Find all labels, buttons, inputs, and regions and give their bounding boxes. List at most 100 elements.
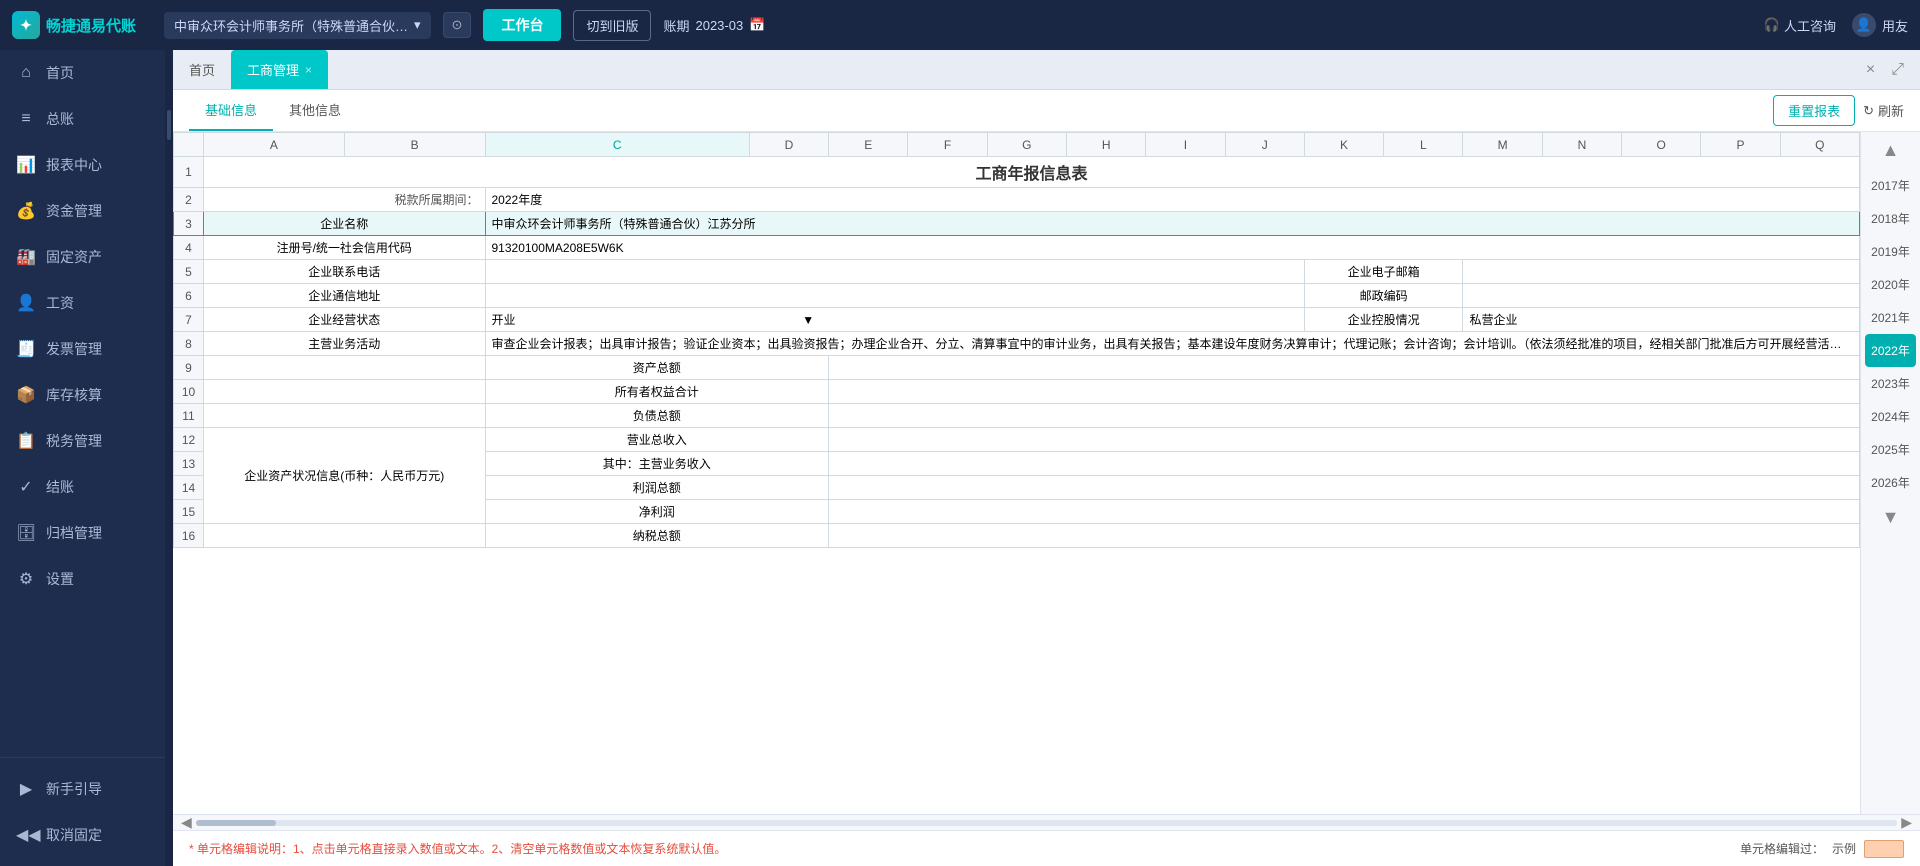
tab-close-icon[interactable]: × <box>305 63 312 77</box>
tab-business[interactable]: 工商管理 × <box>231 50 328 89</box>
guide-icon: ▶ <box>16 779 36 799</box>
settings-icon: ⚙ <box>16 569 36 589</box>
header-right: 🎧 人工咨询 👤 用友 <box>1764 13 1908 37</box>
horizontal-scrollbar[interactable]: ◀ ▶ <box>173 814 1920 830</box>
sidebar-item-unpin[interactable]: ◀◀ 取消固定 <box>0 812 165 858</box>
row-num-14: 14 <box>174 476 204 500</box>
sidebar-label-settings: 设置 <box>46 569 74 589</box>
cell-5-label: 企业联系电话 <box>204 260 486 284</box>
sidebar-item-archive[interactable]: 🗄 归档管理 <box>0 510 165 556</box>
year-item-2026[interactable]: 2026年 <box>1861 466 1920 499</box>
cell-6-address[interactable] <box>485 284 1304 308</box>
row-num-6: 6 <box>174 284 204 308</box>
year-item-2024[interactable]: 2024年 <box>1861 400 1920 433</box>
company-selector[interactable]: 中审众环会计师事务所（特殊普通合伙… ▾ <box>164 12 431 39</box>
cell-16-value[interactable] <box>829 524 1860 548</box>
sidebar-item-guide[interactable]: ▶ 新手引导 <box>0 766 165 812</box>
cell-5-email[interactable] <box>1463 260 1860 284</box>
workbench-button[interactable]: 工作台 <box>483 9 561 41</box>
sidebar-label-tax: 税务管理 <box>46 431 102 451</box>
sidebar-item-tax[interactable]: 📋 税务管理 <box>0 418 165 464</box>
copy-button[interactable]: ⊙ <box>443 12 472 38</box>
sidebar-item-invoice[interactable]: 🧾 发票管理 <box>0 326 165 372</box>
maximize-window-button[interactable]: ⤢ <box>1887 59 1908 81</box>
cell-8-label: 主营业务活动 <box>204 332 486 356</box>
cell-14-value[interactable] <box>829 476 1860 500</box>
footer-note: * 单元格编辑说明：1、点击单元格直接录入数值或文本。2、清空单元格数值或文本恢… <box>189 840 1740 857</box>
sidebar-item-reports[interactable]: 📊 报表中心 <box>0 142 165 188</box>
scroll-right-button[interactable]: ▶ <box>1897 814 1916 831</box>
consult-button[interactable]: 🎧 人工咨询 <box>1764 16 1836 35</box>
year-item-2025[interactable]: 2025年 <box>1861 433 1920 466</box>
refresh-button[interactable]: ↻ 刷新 <box>1863 101 1904 120</box>
row-num-10: 10 <box>174 380 204 404</box>
cell-11-label-area <box>204 404 486 428</box>
year-item-2017[interactable]: 2017年 <box>1861 169 1920 202</box>
cell-7-status[interactable]: 开业 ▼ <box>485 308 1304 332</box>
row-num-3: 3 <box>174 212 204 236</box>
sidebar-item-assets[interactable]: 🏭 固定资产 <box>0 234 165 280</box>
scroll-track[interactable] <box>196 820 1897 826</box>
spreadsheet-wrapper[interactable]: A B C D E F G H I J K L <box>173 132 1860 814</box>
year-down-button[interactable]: ▼ <box>1865 503 1916 532</box>
scroll-left-button[interactable]: ◀ <box>177 814 196 831</box>
year-item-2019[interactable]: 2019年 <box>1861 235 1920 268</box>
row-num-11: 11 <box>174 404 204 428</box>
logo-icon: ✦ <box>12 11 40 39</box>
period-label: 账期 <box>663 16 689 35</box>
row-num-8: 8 <box>174 332 204 356</box>
cell-6-postal-label: 邮政编码 <box>1304 284 1463 308</box>
cell-16-label-area <box>204 524 486 548</box>
year-item-2018[interactable]: 2018年 <box>1861 202 1920 235</box>
sidebar-item-payroll[interactable]: 👤 工资 <box>0 280 165 326</box>
user-info[interactable]: 👤 用友 <box>1852 13 1908 37</box>
year-item-2021[interactable]: 2021年 <box>1861 301 1920 334</box>
cell-10-value[interactable] <box>829 380 1860 404</box>
sidebar-item-home[interactable]: ⌂ 首页 <box>0 50 165 96</box>
sidebar-item-funds[interactable]: 💰 资金管理 <box>0 188 165 234</box>
tab-home[interactable]: 首页 <box>173 50 231 89</box>
user-avatar: 👤 <box>1852 13 1876 37</box>
sub-tab-basic[interactable]: 基础信息 <box>189 90 273 131</box>
sub-tab-other[interactable]: 其他信息 <box>273 90 357 131</box>
year-item-2022[interactable]: 2022年 <box>1865 334 1916 367</box>
cell-5-email-label: 企业电子邮箱 <box>1304 260 1463 284</box>
sidebar-item-inventory[interactable]: 📦 库存核算 <box>0 372 165 418</box>
sidebar-label-payroll: 工资 <box>46 293 74 313</box>
scroll-thumb[interactable] <box>196 820 276 826</box>
sidebar-bottom: ▶ 新手引导 ◀◀ 取消固定 <box>0 757 165 866</box>
col-header-num <box>174 133 204 157</box>
cell-13-value[interactable] <box>829 452 1860 476</box>
footer-right: 单元格编辑过： 示例 <box>1740 840 1904 858</box>
sidebar-item-closing[interactable]: ✓ 结账 <box>0 464 165 510</box>
cell-8-value[interactable]: 审查企业会计报表；出具审计报告；验证企业资本；出具验资报告；办理企业合开、分立、… <box>485 332 1860 356</box>
tab-bar: 首页 工商管理 × × ⤢ <box>173 50 1920 90</box>
cell-15-value[interactable] <box>829 500 1860 524</box>
sidebar-item-settings[interactable]: ⚙ 设置 <box>0 556 165 602</box>
cell-12-value[interactable] <box>829 428 1860 452</box>
cell-7-holding[interactable]: 私营企业 <box>1463 308 1860 332</box>
cell-4-value[interactable]: 91320100MA208E5W6K <box>485 236 1860 260</box>
sidebar-item-ledger[interactable]: ≡ 总账 <box>0 96 165 142</box>
year-item-2020[interactable]: 2020年 <box>1861 268 1920 301</box>
cell-9-label-area <box>204 356 486 380</box>
cell-2-value[interactable]: 2022年度 <box>485 188 1860 212</box>
consult-label: 人工咨询 <box>1784 16 1836 35</box>
cell-9-value[interactable] <box>829 356 1860 380</box>
cell-title[interactable]: 工商年报信息表 <box>204 157 1860 188</box>
cell-11-value[interactable] <box>829 404 1860 428</box>
cell-6-postal[interactable] <box>1463 284 1860 308</box>
year-item-2023[interactable]: 2023年 <box>1861 367 1920 400</box>
old-version-button[interactable]: 切到旧版 <box>573 10 651 41</box>
reset-button[interactable]: 重置报表 <box>1773 95 1855 126</box>
year-nav-down: ▼ <box>1861 499 1920 536</box>
footer-sample-label: 示例 <box>1832 840 1856 857</box>
calendar-icon[interactable]: 📅 <box>749 17 765 33</box>
cell-5-phone[interactable] <box>485 260 1304 284</box>
sidebar-scrollbar[interactable] <box>165 50 173 866</box>
period-info: 账期 2023-03 📅 <box>663 16 765 35</box>
cell-3-value[interactable]: 中审众环会计师事务所（特殊普通合伙）江苏分所 <box>485 212 1860 236</box>
cell-15-sub-label: 净利润 <box>485 500 829 524</box>
year-up-button[interactable]: ▲ <box>1865 136 1916 165</box>
close-window-button[interactable]: × <box>1862 59 1879 81</box>
